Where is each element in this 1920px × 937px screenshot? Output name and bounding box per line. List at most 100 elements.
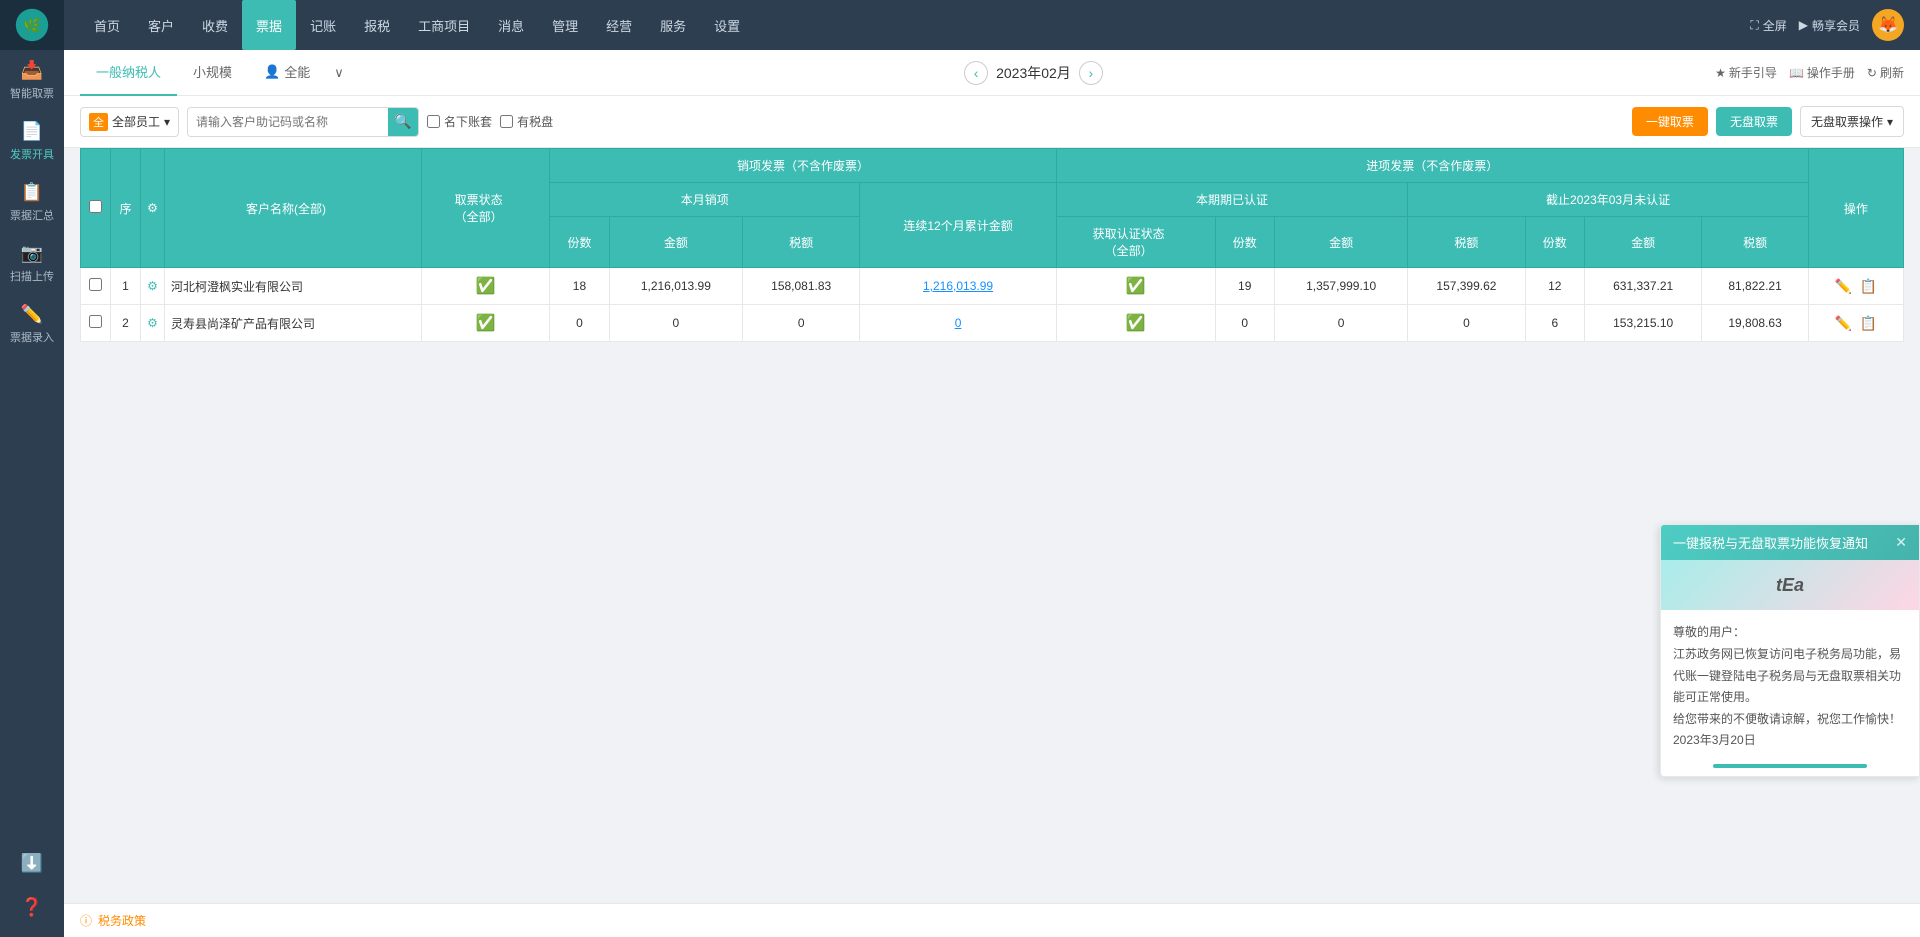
nav-collect[interactable]: 收费	[188, 0, 242, 50]
tab-all[interactable]: 👤 全能	[248, 50, 326, 96]
sidebar-item-issue-invoice[interactable]: 📄 发票开具	[0, 111, 64, 172]
no-disk-ops-label: 无盘取票操作	[1811, 113, 1883, 130]
row-sales-count: 0	[550, 305, 609, 342]
account-checkbox[interactable]	[427, 115, 440, 128]
sidebar-item-invoice-summary[interactable]: 📋 票据汇总	[0, 172, 64, 233]
nav-operation[interactable]: 经营	[592, 0, 646, 50]
sidebar-item-data-entry[interactable]: ✏️ 票据录入	[0, 294, 64, 355]
row-detail-icon[interactable]: 📋	[1860, 278, 1877, 294]
row-checkbox[interactable]	[81, 268, 111, 305]
sidebar-download-button[interactable]: ⬇️	[0, 843, 64, 883]
sidebar-item-label: 票据汇总	[10, 207, 54, 223]
tax-policy-link[interactable]: 税务政策	[98, 912, 146, 929]
tab-more-button[interactable]: ∨	[326, 50, 352, 96]
row-cert-amount: 0	[1274, 305, 1407, 342]
cert-status-filter-icon[interactable]: ▼	[1168, 236, 1179, 248]
employee-select[interactable]: 全 全部员工 ▾	[80, 107, 179, 137]
row-index: 1	[111, 268, 141, 305]
new-guide-button[interactable]: ★ 新手引导	[1715, 64, 1777, 81]
row-edit-icon[interactable]: ✏️	[1835, 315, 1852, 331]
app-logo-icon: 🌿	[14, 7, 50, 43]
notification-close-button[interactable]: ✕	[1895, 534, 1907, 551]
user-avatar[interactable]: 🦊	[1872, 9, 1904, 41]
fullscreen-button[interactable]: ⛶ 全屏	[1750, 17, 1786, 34]
th-group-sales: 销项发票（不含作废票）	[550, 149, 1056, 183]
nav-industry[interactable]: 工商项目	[404, 0, 484, 50]
row-checkbox[interactable]	[81, 305, 111, 342]
tab-small-scale[interactable]: 小规模	[177, 50, 248, 96]
row-cert-count: 0	[1215, 305, 1274, 342]
sidebar: 🌿 📥 智能取票 📄 发票开具 📋 票据汇总 📷 扫描上传 ✏️ 票据录入 ⬇️…	[0, 0, 64, 937]
th-monthly-sales: 本月销项	[550, 183, 860, 217]
search-input[interactable]	[188, 108, 388, 136]
nav-customer[interactable]: 客户	[134, 0, 188, 50]
invoice-table: 序 ⚙ 客户名称(全部) ▼ 取票状态（全部） ▼	[80, 148, 1904, 342]
cumulative-link[interactable]: 0	[955, 316, 962, 330]
search-field: 🔍	[187, 107, 419, 137]
nav-settings[interactable]: 设置	[700, 0, 754, 50]
taxdisk-checkbox[interactable]	[500, 115, 513, 128]
search-button[interactable]: 🔍	[388, 107, 418, 137]
nav-service[interactable]: 服务	[646, 0, 700, 50]
no-disk-fetch-button[interactable]: 无盘取票	[1716, 107, 1792, 136]
customer-filter-icon[interactable]: ▼	[329, 202, 340, 214]
date-navigation: ‹ 2023年02月 ›	[964, 61, 1103, 85]
nav-message[interactable]: 消息	[484, 0, 538, 50]
notification-title: 一键报税与无盘取票功能恢复通知	[1673, 533, 1868, 552]
nav-home[interactable]: 首页	[80, 0, 134, 50]
th-cert-count: 份数	[1215, 217, 1274, 268]
cumulative-link[interactable]: 1,216,013.99	[923, 279, 993, 293]
book-icon: 📖	[1789, 66, 1804, 80]
one-click-fetch-button[interactable]: 一键取票	[1632, 107, 1708, 136]
row-detail-icon[interactable]: 📋	[1860, 315, 1877, 331]
nav-invoice[interactable]: 票据	[242, 0, 296, 50]
sidebar-item-label: 票据录入	[10, 329, 54, 345]
row-settings[interactable]: ⚙	[141, 268, 165, 305]
tab-general-taxpayer[interactable]: 一般纳税人	[80, 50, 177, 96]
nav-manage[interactable]: 管理	[538, 0, 592, 50]
date-next-button[interactable]: ›	[1079, 61, 1103, 85]
page-content: 一般纳税人 小规模 👤 全能 ∨ ‹ 2023年02月 › ★ 新手引	[64, 50, 1920, 937]
no-disk-ops-button[interactable]: 无盘取票操作 ▾	[1800, 106, 1904, 137]
account-checkbox-label[interactable]: 名下账套	[427, 113, 492, 130]
sidebar-item-label: 智能取票	[10, 85, 54, 101]
toolbar: 全 全部员工 ▾ 🔍 名下账套 有税盘 一键取票 无盘取票	[64, 96, 1920, 148]
th-sales-count: 份数	[550, 217, 609, 268]
smart-fetch-icon: 📥	[21, 60, 43, 81]
employee-select-label: 全部员工	[112, 113, 160, 130]
scan-upload-icon: 📷	[21, 243, 43, 264]
row-actions: ✏️ 📋	[1808, 268, 1903, 305]
row-edit-icon[interactable]: ✏️	[1835, 278, 1852, 294]
row-sales-count: 18	[550, 268, 609, 305]
member-button[interactable]: ▶ 畅享会员	[1799, 17, 1860, 34]
th-uncert-amount: 金额	[1585, 217, 1702, 268]
sidebar-item-scan-upload[interactable]: 📷 扫描上传	[0, 233, 64, 294]
fetch-status-check-icon: ✅	[476, 278, 496, 295]
row-cert-status: ✅	[1056, 305, 1215, 342]
date-prev-button[interactable]: ‹	[964, 61, 988, 85]
nav-tax[interactable]: 报税	[350, 0, 404, 50]
sidebar-help-button[interactable]: ❓	[0, 887, 64, 927]
row-cert-count: 19	[1215, 268, 1274, 305]
th-uncertified: 截止2023年03月未认证	[1408, 183, 1809, 217]
row-settings[interactable]: ⚙	[141, 305, 165, 342]
notification-scrollbar[interactable]	[1713, 764, 1868, 768]
data-entry-icon: ✏️	[21, 304, 43, 325]
row-sales-tax: 158,081.83	[743, 268, 860, 305]
fetch-status-filter-icon[interactable]: ▼	[506, 202, 517, 214]
new-guide-label: 新手引导	[1729, 64, 1777, 81]
refresh-button[interactable]: ↻ 刷新	[1867, 64, 1904, 81]
notification-tea-image: tEa	[1661, 560, 1919, 610]
select-all-checkbox[interactable]	[89, 200, 102, 213]
row-select-checkbox[interactable]	[89, 278, 102, 291]
nav-bookkeeping[interactable]: 记账	[296, 0, 350, 50]
manual-button[interactable]: 📖 操作手册	[1789, 64, 1855, 81]
sidebar-item-smart-fetch[interactable]: 📥 智能取票	[0, 50, 64, 111]
notification-body-line3: 给您带来的不便敬请谅解，祝您工作愉快！	[1673, 709, 1907, 731]
account-checkbox-text: 名下账套	[444, 113, 492, 130]
table-area: 序 ⚙ 客户名称(全部) ▼ 取票状态（全部） ▼	[64, 148, 1920, 903]
taxdisk-checkbox-label[interactable]: 有税盘	[500, 113, 553, 130]
issue-invoice-icon: 📄	[21, 121, 43, 142]
row-select-checkbox[interactable]	[89, 315, 102, 328]
th-cert-amount: 金额	[1274, 217, 1407, 268]
